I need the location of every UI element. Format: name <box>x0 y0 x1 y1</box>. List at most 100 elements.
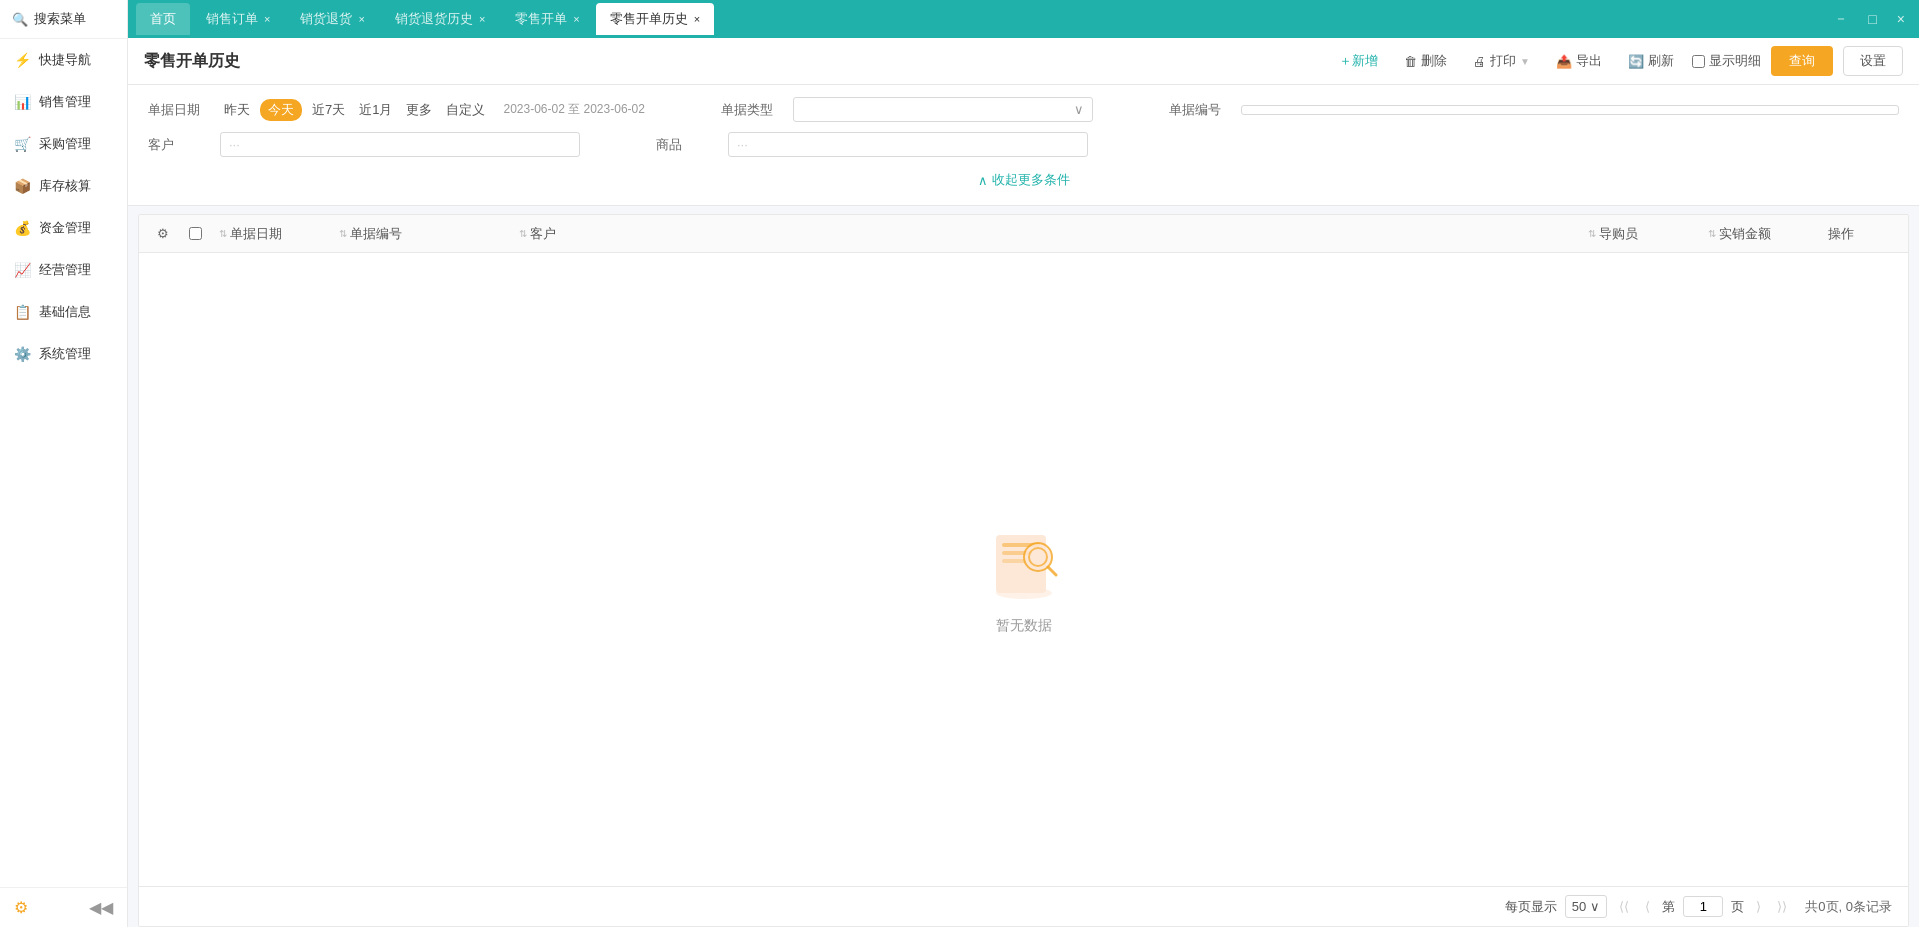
next-page-button[interactable]: ⟩ <box>1752 897 1765 916</box>
display-detail-checkbox[interactable]: 显示明细 <box>1692 52 1761 70</box>
customer-filter-input[interactable]: ··· <box>220 132 580 157</box>
page-size-select[interactable]: 50 ∨ <box>1565 895 1607 918</box>
num-filter-input[interactable] <box>1241 105 1899 115</box>
th-guide[interactable]: ⇅ 导购员 <box>1580 225 1700 243</box>
sidebar-item-label: 资金管理 <box>39 219 91 237</box>
goods-filter-placeholder: ··· <box>737 137 748 152</box>
table-settings-icon: ⚙ <box>157 226 169 241</box>
last-page-button[interactable]: ⟩⟩ <box>1773 897 1791 916</box>
total-info: 共0页, 0条记录 <box>1805 898 1892 916</box>
date-range-display: 2023-06-02 至 2023-06-02 <box>503 101 644 118</box>
search-icon: 🔍 <box>12 12 28 27</box>
num-filter-label: 单据编号 <box>1169 101 1225 119</box>
setting-button[interactable]: 设置 <box>1843 46 1903 76</box>
tab-retail-open[interactable]: 零售开单 × <box>501 3 593 35</box>
page-size-value: 50 <box>1572 899 1586 914</box>
date-btn-more[interactable]: 更多 <box>402 99 436 121</box>
tab-sales-return-history[interactable]: 销货退货历史 × <box>381 3 499 35</box>
th-amount[interactable]: ⇅ 实销金额 <box>1700 225 1820 243</box>
goods-filter-input[interactable]: ··· <box>728 132 1088 157</box>
close-tab-retail-open[interactable]: × <box>573 13 579 25</box>
collapse-more-button[interactable]: ∧ 收起更多条件 <box>148 167 1899 193</box>
type-filter-label: 单据类型 <box>721 101 777 119</box>
tab-retail-open-history[interactable]: 零售开单历史 × <box>596 3 714 35</box>
sidebar-item-purchase-mgmt[interactable]: 🛒 采购管理 <box>0 123 127 165</box>
sidebar-item-label: 基础信息 <box>39 303 91 321</box>
sort-icon: ⇅ <box>219 228 227 239</box>
sidebar-item-quick-nav[interactable]: ⚡ 快捷导航 <box>0 39 127 81</box>
sidebar: 🔍 搜索菜单 ⚡ 快捷导航 📊 销售管理 🛒 采购管理 📦 库存核算 💰 资金管… <box>0 0 128 927</box>
date-btn-custom[interactable]: 自定义 <box>442 99 489 121</box>
close-tab-sales-return-history[interactable]: × <box>479 13 485 25</box>
minimize-button[interactable]: － <box>1828 8 1854 30</box>
empty-text: 暂无数据 <box>996 617 1052 635</box>
page-number-input[interactable] <box>1683 896 1723 917</box>
add-label: 新增 <box>1352 52 1378 70</box>
th-customer[interactable]: ⇅ 客户 <box>511 225 1580 243</box>
sidebar-item-operation[interactable]: 📈 经营管理 <box>0 249 127 291</box>
type-filter-select[interactable]: ∨ <box>793 97 1093 122</box>
delete-button[interactable]: 🗑 删除 <box>1396 48 1455 74</box>
tab-sales-return[interactable]: 销货退货 × <box>286 3 378 35</box>
page-size-arrow: ∨ <box>1590 899 1600 914</box>
delete-icon: 🗑 <box>1404 54 1417 69</box>
prev-page-button[interactable]: ⟨ <box>1641 897 1654 916</box>
close-button[interactable]: × <box>1891 9 1911 29</box>
svg-line-7 <box>1048 567 1056 575</box>
tab-sales-return-history-label: 销货退货历史 <box>395 10 473 28</box>
th-num[interactable]: ⇅ 单据编号 <box>331 225 511 243</box>
first-page-button[interactable]: ⟨⟨ <box>1615 897 1633 916</box>
table-header-checkbox[interactable] <box>179 227 211 240</box>
close-tab-retail-open-history[interactable]: × <box>694 13 700 25</box>
close-tab-sales-return[interactable]: × <box>358 13 364 25</box>
print-button[interactable]: 🖨 打印 ▼ <box>1465 48 1538 74</box>
sort-icon: ⇅ <box>1588 228 1596 239</box>
system-icon: ⚙️ <box>14 346 31 362</box>
toolbar-actions: ＋ 新增 🗑 删除 🖨 打印 ▼ 📤 导出 🔄 <box>1331 46 1903 76</box>
th-date[interactable]: ⇅ 单据日期 <box>211 225 331 243</box>
sort-icon: ⇅ <box>1708 228 1716 239</box>
collapse-more-label: 收起更多条件 <box>992 171 1070 189</box>
type-select-arrow: ∨ <box>1074 102 1084 117</box>
th-guide-label: 导购员 <box>1599 225 1638 243</box>
sidebar-search[interactable]: 🔍 搜索菜单 <box>0 0 127 39</box>
add-button[interactable]: ＋ 新增 <box>1331 48 1386 74</box>
sidebar-item-system[interactable]: ⚙️ 系统管理 <box>0 333 127 375</box>
sidebar-nav: ⚡ 快捷导航 📊 销售管理 🛒 采购管理 📦 库存核算 💰 资金管理 📈 经营管… <box>0 39 127 887</box>
tab-home-label: 首页 <box>150 10 176 28</box>
print-dropdown-icon: ▼ <box>1520 56 1530 67</box>
sidebar-item-sales-mgmt[interactable]: 📊 销售管理 <box>0 81 127 123</box>
sidebar-collapse-icon[interactable]: ◀◀ <box>89 898 113 917</box>
tab-sales-order[interactable]: 销售订单 × <box>192 3 284 35</box>
display-detail-input[interactable] <box>1692 55 1705 68</box>
date-btn-last-month[interactable]: 近1月 <box>355 99 396 121</box>
add-icon: ＋ <box>1339 52 1352 70</box>
select-all-checkbox[interactable] <box>189 227 202 240</box>
sidebar-item-finance[interactable]: 💰 资金管理 <box>0 207 127 249</box>
maximize-button[interactable]: □ <box>1862 9 1882 29</box>
sort-icon: ⇅ <box>519 228 527 239</box>
query-button[interactable]: 查询 <box>1771 46 1833 76</box>
settings-icon[interactable]: ⚙ <box>14 898 28 917</box>
table-settings-button[interactable]: ⚙ <box>147 226 179 241</box>
sidebar-item-basic-info[interactable]: 📋 基础信息 <box>0 291 127 333</box>
th-customer-label: 客户 <box>530 225 556 243</box>
close-tab-sales-order[interactable]: × <box>264 13 270 25</box>
tab-home[interactable]: 首页 <box>136 3 190 35</box>
goods-filter-label: 商品 <box>656 136 712 154</box>
page-title: 零售开单历史 <box>144 51 240 72</box>
svg-rect-4 <box>1002 559 1026 563</box>
date-btn-last7days[interactable]: 近7天 <box>308 99 349 121</box>
sidebar-search-label: 搜索菜单 <box>34 10 86 28</box>
page-suffix: 页 <box>1731 898 1744 916</box>
sidebar-item-label: 库存核算 <box>39 177 91 195</box>
purchase-icon: 🛒 <box>14 136 31 152</box>
refresh-button[interactable]: 🔄 刷新 <box>1620 48 1682 74</box>
date-btn-yesterday[interactable]: 昨天 <box>220 99 254 121</box>
sidebar-item-inventory[interactable]: 📦 库存核算 <box>0 165 127 207</box>
date-btn-today[interactable]: 今天 <box>260 99 302 121</box>
data-table: ⚙ ⇅ 单据日期 ⇅ 单据编号 ⇅ 客户 ⇅ <box>138 214 1909 927</box>
th-date-label: 单据日期 <box>230 225 282 243</box>
sort-icon: ⇅ <box>339 228 347 239</box>
export-button[interactable]: 📤 导出 <box>1548 48 1610 74</box>
